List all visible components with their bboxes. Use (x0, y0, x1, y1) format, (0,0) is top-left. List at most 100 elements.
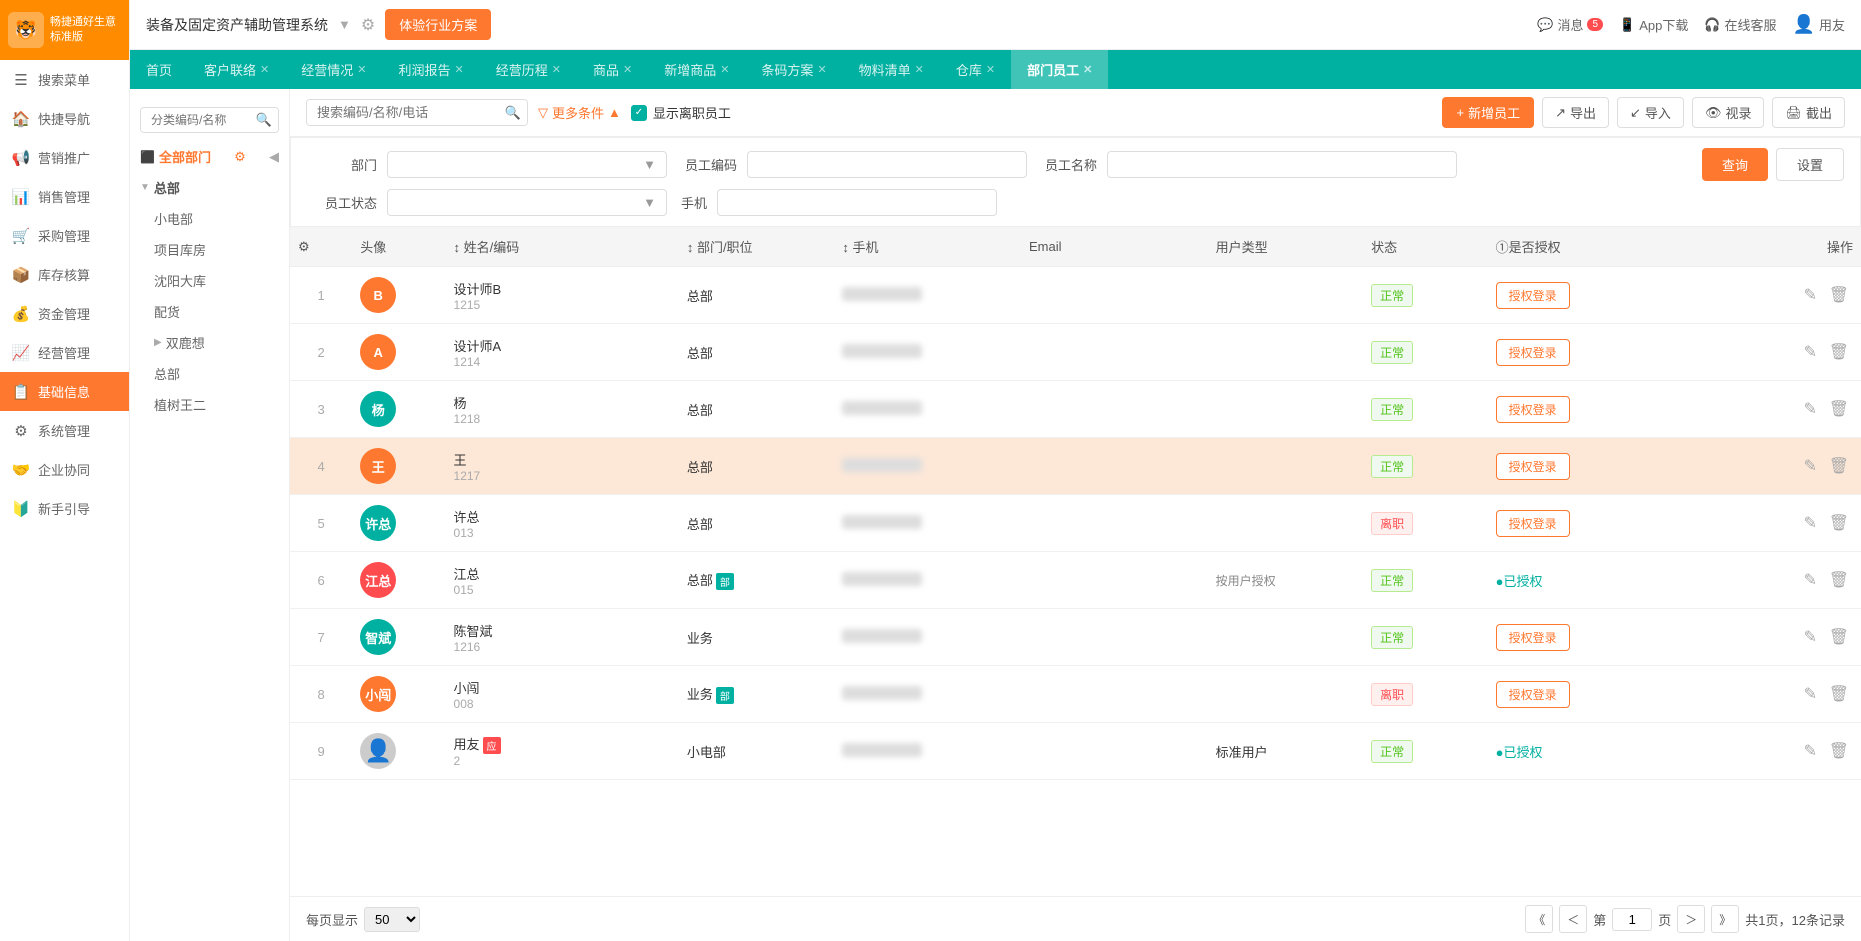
col-dept[interactable]: ↕ 部门/职位 (679, 227, 835, 267)
per-page-select[interactable]: 50 100 (364, 907, 420, 932)
dept-collapse-icon[interactable]: ◀ (269, 149, 279, 165)
authorize-button[interactable]: 授权登录 (1496, 339, 1570, 366)
authorize-button[interactable]: 授权登录 (1496, 624, 1570, 651)
tab-close-add-goods[interactable]: ✕ (720, 63, 729, 76)
col-settings[interactable]: ⚙ (290, 227, 352, 267)
tab-close-warehouse[interactable]: ✕ (986, 63, 995, 76)
add-employee-button[interactable]: + 新增员工 (1442, 97, 1534, 128)
authorize-button[interactable]: 授权登录 (1496, 681, 1570, 708)
delete-button[interactable]: 🗑 (1825, 625, 1853, 649)
search-button[interactable]: 🔍 (505, 105, 521, 121)
sidebar-item-finance[interactable]: 💰 资金管理 (0, 294, 129, 333)
tab-bom[interactable]: 物料清单 ✕ (843, 50, 940, 89)
delete-button[interactable]: 🗑 (1825, 454, 1853, 478)
status-filter-select[interactable]: ▼ (387, 189, 667, 216)
dept-item-zhishu[interactable]: 植树王二 (130, 389, 289, 420)
sidebar-item-purchase[interactable]: 🛒 采购管理 (0, 216, 129, 255)
import-button[interactable]: ↙ 导入 (1617, 97, 1684, 128)
delete-button[interactable]: 🗑 (1825, 340, 1853, 364)
app-download-button[interactable]: 📱 App下载 (1619, 15, 1688, 34)
tab-close-goods[interactable]: ✕ (623, 63, 632, 76)
edit-button[interactable]: ✎ (1800, 625, 1821, 649)
search-submit-button[interactable]: 查询 (1702, 148, 1768, 181)
sidebar-item-operations[interactable]: 📈 经营管理 (0, 333, 129, 372)
tab-profit[interactable]: 利润报告 ✕ (382, 50, 479, 89)
tab-close-employee[interactable]: ✕ (1083, 63, 1092, 76)
edit-button[interactable]: ✎ (1800, 397, 1821, 421)
tab-close-bom[interactable]: ✕ (915, 63, 924, 76)
user-menu-button[interactable]: 👤 用友 (1793, 14, 1845, 35)
tab-close-history[interactable]: ✕ (552, 63, 561, 76)
authorize-button[interactable]: 授权登录 (1496, 396, 1570, 423)
dept-item-shenyang[interactable]: 沈阳大库 (130, 265, 289, 296)
trial-button[interactable]: 体验行业方案 (385, 9, 491, 40)
first-page-button[interactable]: 《 (1525, 905, 1553, 933)
tab-goods[interactable]: 商品 ✕ (577, 50, 648, 89)
sidebar-item-system[interactable]: ⚙ 系统管理 (0, 411, 129, 450)
sidebar-item-marketing[interactable]: 📢 营销推广 (0, 138, 129, 177)
edit-button[interactable]: ✎ (1800, 739, 1821, 763)
tab-home[interactable]: 首页 (130, 50, 188, 89)
dept-item-zongbu[interactable]: 总部 (130, 358, 289, 389)
all-dept-label[interactable]: ⬛ 全部部门 (140, 147, 211, 166)
col-auth[interactable]: ①是否授权 (1488, 227, 1737, 267)
sidebar-item-quick-nav[interactable]: 🏠 快捷导航 (0, 99, 129, 138)
edit-button[interactable]: ✎ (1800, 511, 1821, 535)
tab-barcode[interactable]: 条码方案 ✕ (745, 50, 842, 89)
more-filter-button[interactable]: ▽ 更多条件 ▲ (538, 103, 621, 122)
authorize-button[interactable]: 授权登录 (1496, 453, 1570, 480)
dept-item-xiaodibu[interactable]: 小电部 (130, 203, 289, 234)
edit-button[interactable]: ✎ (1800, 568, 1821, 592)
view-button[interactable]: 👁 视录 (1692, 97, 1765, 128)
delete-button[interactable]: 🗑 (1825, 511, 1853, 535)
emp-code-input[interactable] (747, 151, 1027, 178)
filter-set-button[interactable]: 设置 (1776, 148, 1844, 181)
edit-button[interactable]: ✎ (1800, 682, 1821, 706)
sidebar-item-basic-info[interactable]: 📋 基础信息 (0, 372, 129, 411)
sidebar-item-search-menu[interactable]: ☰ 搜索菜单 (0, 60, 129, 99)
dept-item-peihuo[interactable]: 配货 (130, 296, 289, 327)
tab-history[interactable]: 经营历程 ✕ (480, 50, 577, 89)
tab-close-customer[interactable]: ✕ (260, 63, 269, 76)
edit-button[interactable]: ✎ (1800, 454, 1821, 478)
last-page-button[interactable]: 》 (1711, 905, 1739, 933)
edit-button[interactable]: ✎ (1800, 340, 1821, 364)
tab-close-operations[interactable]: ✕ (357, 63, 366, 76)
tab-warehouse[interactable]: 仓库 ✕ (940, 50, 1011, 89)
next-page-button[interactable]: ＞ (1677, 905, 1705, 933)
show-inactive-checkbox[interactable]: ✓ (631, 105, 647, 121)
topbar-dropdown-icon[interactable]: ▼ (338, 17, 351, 32)
dept-filter-select[interactable]: ▼ (387, 151, 667, 178)
dept-settings-icon[interactable]: ⚙ (234, 149, 246, 165)
tab-employee[interactable]: 部门员工 ✕ (1011, 50, 1108, 89)
topbar-settings-icon[interactable]: ⚙ (361, 15, 375, 35)
page-input[interactable] (1612, 908, 1652, 931)
delete-button[interactable]: 🗑 (1825, 283, 1853, 307)
sidebar-item-inventory[interactable]: 📦 库存核算 (0, 255, 129, 294)
show-inactive-wrap[interactable]: ✓ 显示离职员工 (631, 103, 731, 122)
export-button[interactable]: ↗ 导出 (1542, 97, 1609, 128)
sidebar-item-cooperation[interactable]: 🤝 企业协同 (0, 450, 129, 489)
authorize-button[interactable]: 授权登录 (1496, 510, 1570, 537)
delete-button[interactable]: 🗑 (1825, 397, 1853, 421)
online-service-button[interactable]: 🎧 在线客服 (1704, 15, 1776, 34)
tab-add-goods[interactable]: 新增商品 ✕ (648, 50, 745, 89)
print-button[interactable]: 🖨 截出 (1772, 97, 1845, 128)
delete-button[interactable]: 🗑 (1825, 568, 1853, 592)
tab-close-barcode[interactable]: ✕ (817, 63, 826, 76)
search-input[interactable] (307, 100, 527, 125)
tab-operations[interactable]: 经营情况 ✕ (285, 50, 382, 89)
dept-item-general[interactable]: ▼ 总部 (130, 172, 289, 203)
col-name[interactable]: ↕ 姓名/编码 (446, 227, 679, 267)
edit-button[interactable]: ✎ (1800, 283, 1821, 307)
message-button[interactable]: 💬 消息 5 (1537, 15, 1603, 34)
sidebar-item-guide[interactable]: 🔰 新手引导 (0, 489, 129, 528)
tab-close-profit[interactable]: ✕ (455, 63, 464, 76)
dept-item-project[interactable]: 项目库房 (130, 234, 289, 265)
authorize-button[interactable]: 授权登录 (1496, 282, 1570, 309)
emp-name-input[interactable] (1107, 151, 1457, 178)
sidebar-item-sales[interactable]: 📊 销售管理 (0, 177, 129, 216)
tab-customer[interactable]: 客户联络 ✕ (188, 50, 285, 89)
delete-button[interactable]: 🗑 (1825, 682, 1853, 706)
dept-search-icon[interactable]: 🔍 (256, 112, 272, 128)
